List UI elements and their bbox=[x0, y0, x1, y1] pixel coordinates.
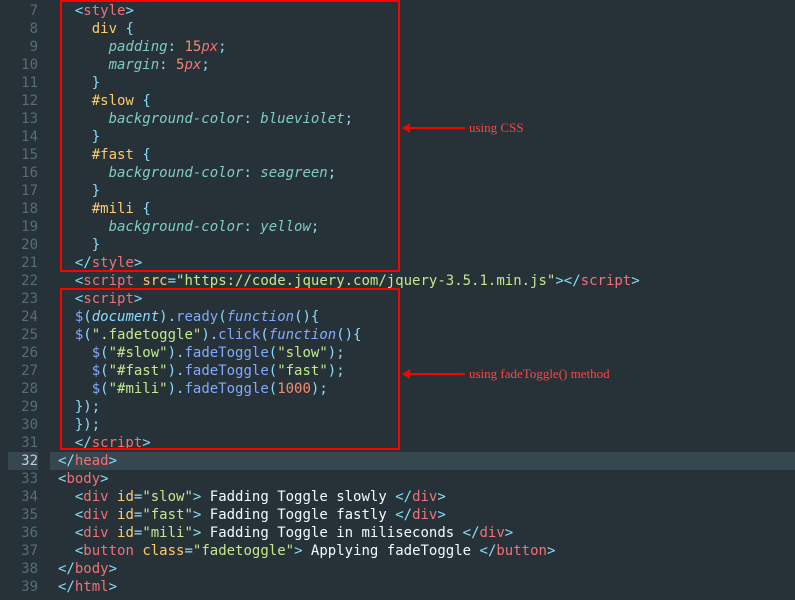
line-number: 39 bbox=[8, 578, 38, 596]
line-number: 38 bbox=[8, 560, 38, 578]
line-number: 35 bbox=[8, 506, 38, 524]
css-prop-padding: padding bbox=[109, 39, 168, 55]
line-number: 23 bbox=[8, 290, 38, 308]
line-number: 15 bbox=[8, 146, 38, 164]
line-number: 16 bbox=[8, 164, 38, 182]
line-number: 14 bbox=[8, 128, 38, 146]
line-number: 13 bbox=[8, 110, 38, 128]
line-number: 10 bbox=[8, 56, 38, 74]
line-number: 9 bbox=[8, 38, 38, 56]
line-number: 29 bbox=[8, 398, 38, 416]
code-editor[interactable]: 7891011121314151617181920212223242526272… bbox=[0, 0, 795, 600]
line-number: 7 bbox=[8, 2, 38, 20]
line-number: 24 bbox=[8, 308, 38, 326]
css-selector-fast: #fast bbox=[92, 147, 134, 163]
line-number: 20 bbox=[8, 236, 38, 254]
css-selector-mili: #mili bbox=[92, 201, 134, 217]
jquery-src: https://code.jquery.com/jquery-3.5.1.min… bbox=[184, 273, 546, 289]
line-number: 28 bbox=[8, 380, 38, 398]
tag-style-open: style bbox=[83, 3, 125, 19]
line-number: 26 bbox=[8, 344, 38, 362]
line-number: 36 bbox=[8, 524, 38, 542]
css-val: 15 bbox=[184, 39, 201, 55]
line-number: 17 bbox=[8, 182, 38, 200]
tag-style-close: style bbox=[92, 255, 134, 271]
line-number: 33 bbox=[8, 470, 38, 488]
code-area[interactable]: <style> div { padding: 15px; margin: 5px… bbox=[50, 0, 795, 600]
line-number: 34 bbox=[8, 488, 38, 506]
line-number: 19 bbox=[8, 218, 38, 236]
css-selector-div: div bbox=[92, 21, 117, 37]
line-number-gutter: 7891011121314151617181920212223242526272… bbox=[0, 0, 50, 600]
line-number: 8 bbox=[8, 20, 38, 38]
line-number: 27 bbox=[8, 362, 38, 380]
line-number: 25 bbox=[8, 326, 38, 344]
line-number: 22 bbox=[8, 272, 38, 290]
line-number: 12 bbox=[8, 92, 38, 110]
line-number: 21 bbox=[8, 254, 38, 272]
line-number: 32 bbox=[8, 452, 38, 470]
line-number: 37 bbox=[8, 542, 38, 560]
css-selector-slow: #slow bbox=[92, 93, 134, 109]
line-number: 31 bbox=[8, 434, 38, 452]
css-prop-margin: margin bbox=[109, 57, 160, 73]
line-number: 30 bbox=[8, 416, 38, 434]
line-number: 18 bbox=[8, 200, 38, 218]
line-number: 11 bbox=[8, 74, 38, 92]
